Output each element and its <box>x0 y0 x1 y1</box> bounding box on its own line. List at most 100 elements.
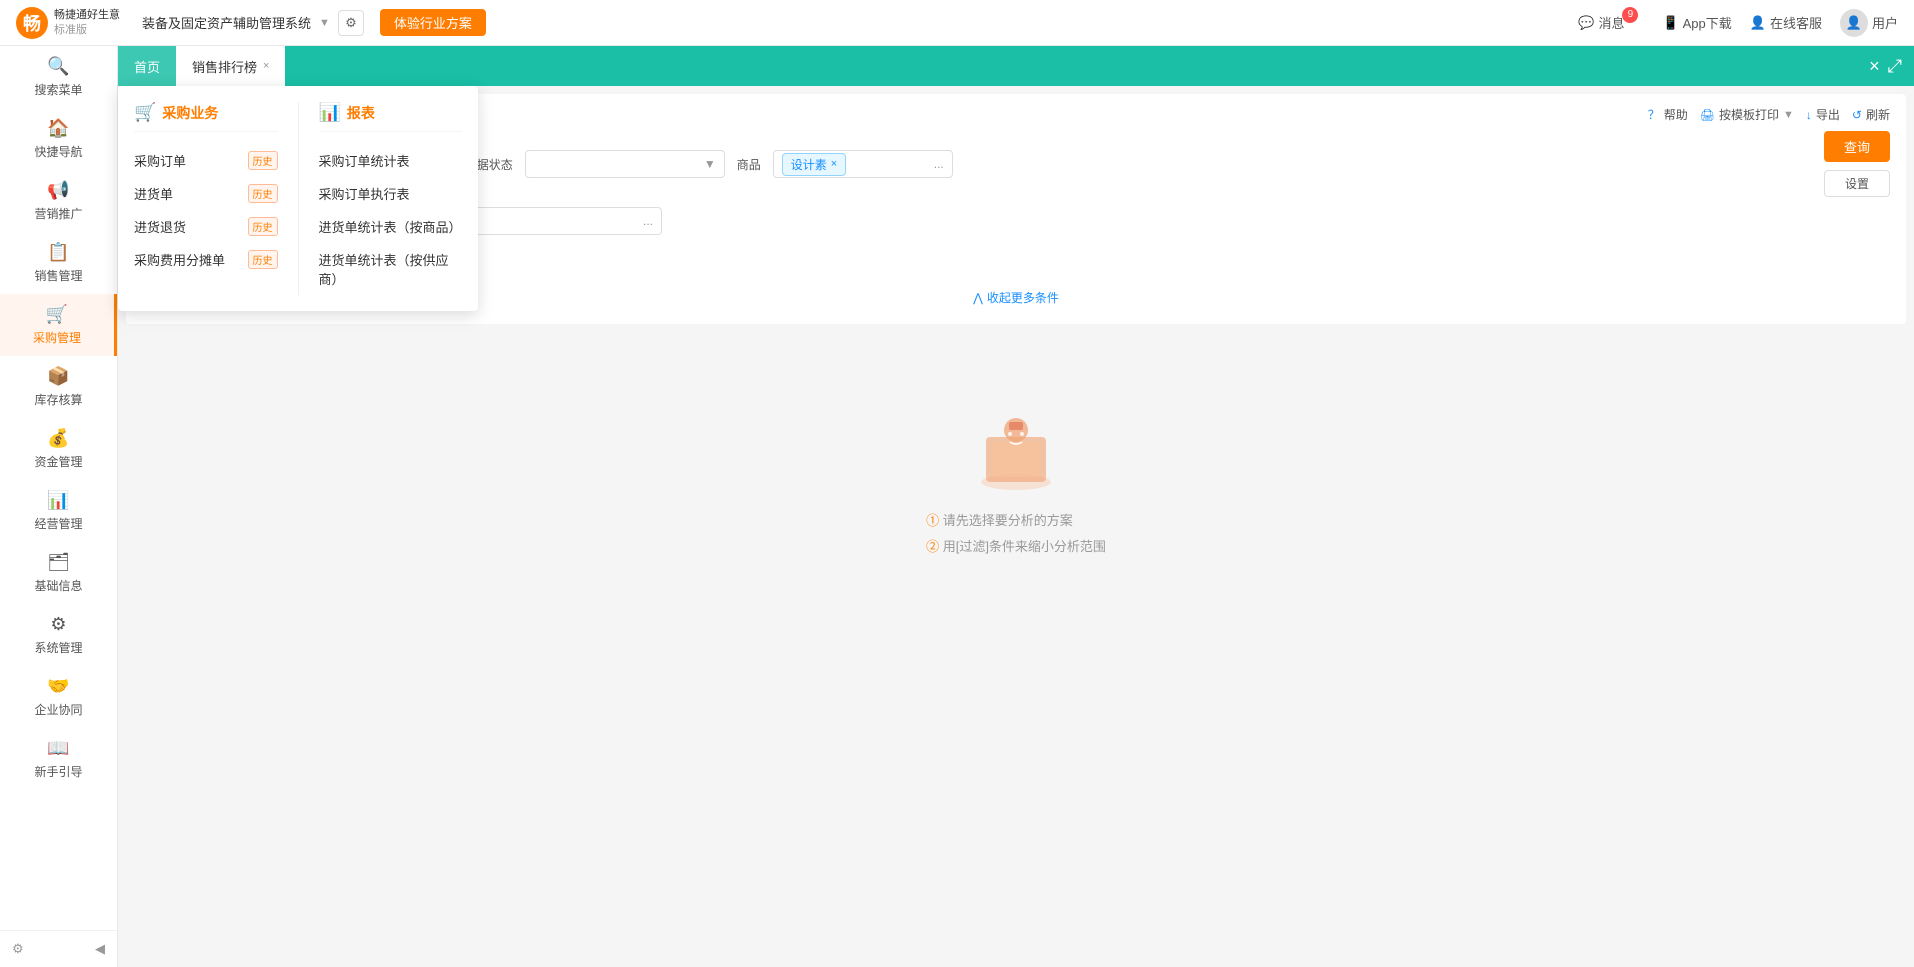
query-button[interactable]: 查询 <box>1824 131 1890 162</box>
sidebar-item-inventory[interactable]: 📦 库存核算 <box>0 356 117 418</box>
app-icon: 📱 <box>1662 15 1678 31</box>
purchase-col-title: 🛒 采购业务 <box>134 102 278 132</box>
tab-close-all-icon[interactable]: × <box>1869 56 1880 77</box>
print-btn[interactable]: 🖨 按模板打印 ▼ <box>1700 106 1794 123</box>
refresh-btn[interactable]: ↺ 刷新 <box>1852 106 1890 123</box>
print-arrow[interactable]: ▼ <box>1783 109 1794 121</box>
dropdown-item-purchase-return[interactable]: 进货退货 历史 <box>134 210 278 243</box>
dropdown-item-purchase-order[interactable]: 采购订单 历史 <box>134 144 278 177</box>
salesman-select[interactable]: ... <box>462 207 662 235</box>
search-icon: 🔍 <box>47 56 69 77</box>
sidebar-item-purchase[interactable]: 🛒 采购管理 <box>0 294 117 356</box>
dropdown-item-purchase-receive[interactable]: 进货单 历史 <box>134 177 278 210</box>
sidebar-label-sales: 销售管理 <box>34 267 82 284</box>
sidebar-item-system[interactable]: ⚙ 系统管理 <box>0 604 117 666</box>
sidebar-item-quick[interactable]: 🏠 快捷导航 <box>0 108 117 170</box>
print-icon: 🖨 <box>1700 108 1715 122</box>
sidebar-collapse-icon[interactable]: ◀ <box>95 941 105 957</box>
sidebar-item-search[interactable]: 🔍 搜索菜单 <box>0 46 117 108</box>
sidebar-item-operations[interactable]: 📊 经营管理 <box>0 480 117 542</box>
export-btn[interactable]: ↓ 导出 <box>1806 106 1840 123</box>
tab-fullscreen-icon[interactable]: ⤢ <box>1888 56 1902 77</box>
logo: 畅 畅捷通好生意 标准版 <box>16 7 134 39</box>
tab-home-label: 首页 <box>134 57 160 76</box>
sidebar-settings-icon[interactable]: ⚙ <box>12 941 24 957</box>
sidebar-item-finance[interactable]: 💰 资金管理 <box>0 418 117 480</box>
msg-icon: 💬 <box>1578 15 1594 31</box>
operations-icon: 📊 <box>47 490 69 511</box>
report-col-title: 📊 报表 <box>319 102 463 132</box>
goods-label: 商品 <box>737 156 761 173</box>
dropdown-divider <box>298 102 299 295</box>
gear-button[interactable]: ⚙ <box>338 10 364 36</box>
purchase-icon: 🛒 <box>46 304 68 325</box>
service-btn[interactable]: 👤 在线客服 <box>1750 13 1822 32</box>
history-badge-3: 历史 <box>248 250 278 269</box>
msg-btn[interactable]: 💬 消息 9 <box>1578 13 1644 32</box>
sidebar-label-basic: 基础信息 <box>34 577 82 594</box>
system-name: 装备及固定资产辅助管理系统 <box>142 13 311 32</box>
sidebar-label-system: 系统管理 <box>34 639 82 656</box>
marketing-icon: 📢 <box>47 180 69 201</box>
sidebar-item-basic[interactable]: 🗂 基础信息 <box>0 542 117 604</box>
dropdown-menu: 🛒 采购业务 采购订单 历史 进货单 历史 进货退货 历史 采购费用分摊单 历史… <box>118 86 478 311</box>
logo-char: 畅 <box>23 10 41 36</box>
tabbar-actions: × ⤢ <box>1857 56 1914 77</box>
report-col-icon: 📊 <box>319 102 341 123</box>
msg-badge: 9 <box>1622 7 1638 23</box>
dropdown-item-purchase-expense[interactable]: 采购费用分摊单 历史 <box>134 243 278 276</box>
purchase-col-icon: 🛒 <box>134 102 156 123</box>
sidebar-item-marketing[interactable]: 📢 营销推广 <box>0 170 117 232</box>
help-btn[interactable]: ？ 帮助 <box>1648 106 1688 123</box>
empty-illustration <box>966 412 1066 492</box>
dropdown-item-receive-stat-goods[interactable]: 进货单统计表（按商品） <box>319 210 463 243</box>
tab-sales-ranking[interactable]: 销售排行榜 × <box>176 46 285 86</box>
history-badge-0: 历史 <box>248 151 278 170</box>
sidebar: 🔍 搜索菜单 🏠 快捷导航 📢 营销推广 📋 销售管理 🛒 采购管理 📦 库存核… <box>0 46 118 967</box>
voucher-status-select[interactable]: ▼ <box>525 150 725 178</box>
goods-tag: 设计素 × <box>782 153 846 176</box>
sidebar-label-inventory: 库存核算 <box>34 391 82 408</box>
num2: ② <box>926 539 939 554</box>
sidebar-label-marketing: 营销推广 <box>34 205 82 222</box>
home-icon: 🏠 <box>47 118 69 139</box>
collapse-text: 收起更多条件 <box>987 289 1059 306</box>
goods-tag-remove[interactable]: × <box>831 158 837 170</box>
sidebar-label-enterprise: 企业协同 <box>34 701 82 718</box>
dropdown-item-order-stat[interactable]: 采购订单统计表 <box>319 144 463 177</box>
system-dropdown-arrow[interactable]: ▼ <box>319 17 330 29</box>
tab-close-icon[interactable]: × <box>263 60 269 72</box>
goods-select[interactable]: 设计素 × ... <box>773 150 953 178</box>
system-name-area: 装备及固定资产辅助管理系统 ▼ ⚙ 体验行业方案 <box>142 9 1578 36</box>
num1: ① <box>926 513 939 528</box>
goods-dots[interactable]: ... <box>934 157 944 171</box>
dropdown-item-order-exec[interactable]: 采购订单执行表 <box>319 177 463 210</box>
history-badge-1: 历史 <box>248 184 278 203</box>
setting-button[interactable]: 设置 <box>1824 170 1890 197</box>
empty-text: ① 请先选择要分析的方案 ② 用[过滤]条件来缩小分析范围 <box>926 508 1106 560</box>
empty-state: ① 请先选择要分析的方案 ② 用[过滤]条件来缩小分析范围 <box>118 332 1914 640</box>
sales-icon: 📋 <box>47 242 69 263</box>
guide-icon: 📖 <box>47 738 69 759</box>
logo-text: 畅捷通好生意 标准版 <box>54 8 120 37</box>
history-badge-2: 历史 <box>248 217 278 236</box>
tab-home[interactable]: 首页 <box>118 46 176 86</box>
sidebar-label-finance: 资金管理 <box>34 453 82 470</box>
sidebar-item-sales[interactable]: 📋 销售管理 <box>0 232 117 294</box>
sidebar-item-enterprise[interactable]: 🤝 企业协同 <box>0 666 117 728</box>
finance-icon: 💰 <box>47 428 69 449</box>
salesman-dots[interactable]: ... <box>643 214 653 228</box>
sidebar-label-guide: 新手引导 <box>34 763 82 780</box>
sidebar-item-guide[interactable]: 📖 新手引导 <box>0 728 117 790</box>
topbar-right: 💬 消息 9 📱 App下载 👤 在线客服 👤 用户 <box>1578 9 1898 37</box>
refresh-icon: ↺ <box>1852 108 1862 122</box>
topbar: 畅 畅捷通好生意 标准版 装备及固定资产辅助管理系统 ▼ ⚙ 体验行业方案 💬 … <box>0 0 1914 46</box>
user-btn[interactable]: 👤 用户 <box>1840 9 1898 37</box>
app-btn[interactable]: 📱 App下载 <box>1662 13 1731 32</box>
purchase-col: 🛒 采购业务 采购订单 历史 进货单 历史 进货退货 历史 采购费用分摊单 历史 <box>134 102 278 295</box>
industry-btn[interactable]: 体验行业方案 <box>380 9 486 36</box>
sidebar-label-operations: 经营管理 <box>34 515 82 532</box>
sidebar-label-purchase: 采购管理 <box>33 329 81 346</box>
dropdown-item-receive-stat-supplier[interactable]: 进货单统计表（按供应商） <box>319 243 463 295</box>
tabbar: 首页 销售排行榜 × × ⤢ <box>118 46 1914 86</box>
